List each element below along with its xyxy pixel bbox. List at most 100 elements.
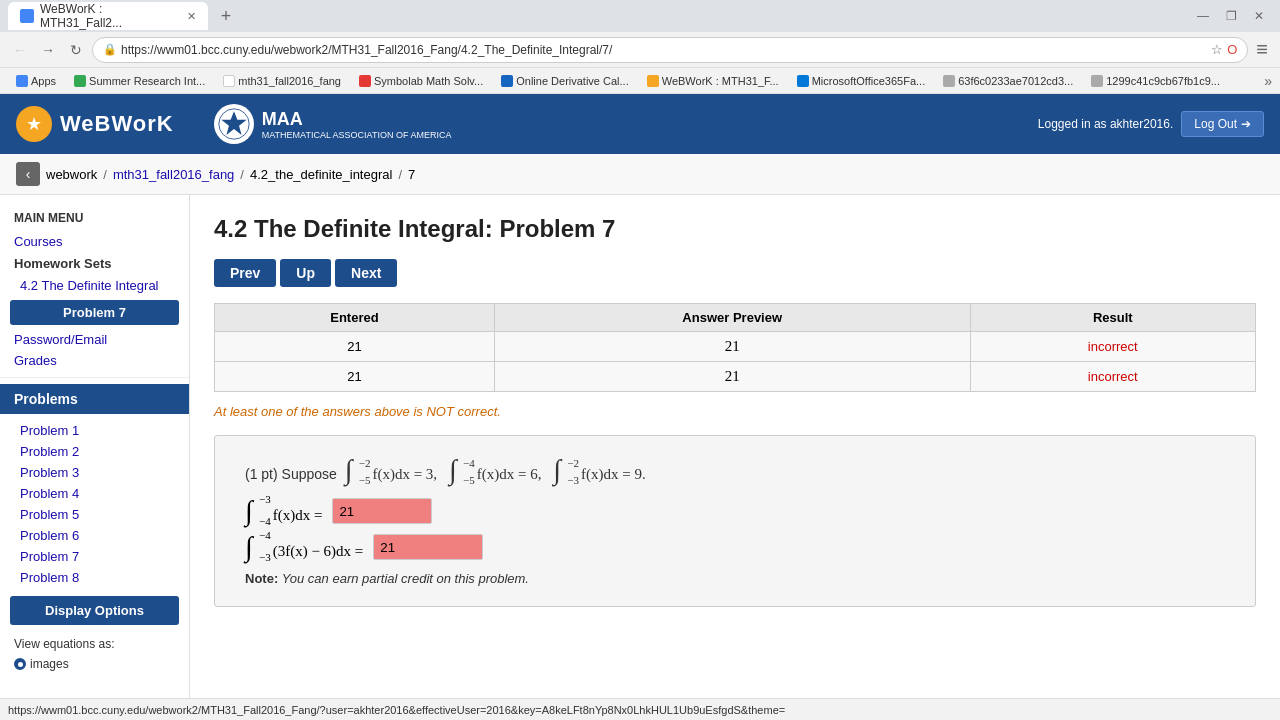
- ms365-icon: [797, 75, 809, 87]
- table-row: 21 21 incorrect: [215, 332, 1256, 362]
- bookmark-webwork[interactable]: WeBWorK : MTH31_F...: [639, 73, 787, 89]
- breadcrumb-course-link[interactable]: mth31_fall2016_fang: [113, 167, 234, 182]
- sidebar-item-problem-1[interactable]: Problem 1: [0, 420, 189, 441]
- entered-2: 21: [215, 362, 495, 392]
- sidebar-item-courses[interactable]: Courses: [0, 231, 189, 252]
- tab-close-button[interactable]: ✕: [187, 10, 196, 23]
- preview-1: 21: [494, 332, 970, 362]
- integral-q1: ∫ −3 −4 f(x)dx =: [245, 497, 322, 525]
- lock-icon: 🔒: [103, 43, 117, 56]
- error-message: At least one of the answers above is NOT…: [214, 404, 1256, 419]
- logout-label: Log Out: [1194, 117, 1237, 131]
- result-1: incorrect: [970, 332, 1255, 362]
- integral-q2: ∫ −4 −3 (3f(x) − 6)dx =: [245, 533, 363, 561]
- bookmarks-overflow[interactable]: »: [1264, 73, 1272, 89]
- maximize-button[interactable]: ❐: [1218, 3, 1244, 29]
- logged-in-text: Logged in as akhter2016.: [1038, 117, 1173, 131]
- status-bar: https://wwm01.bcc.cuny.edu/webwork2/MTH3…: [0, 698, 1280, 720]
- sidebar-item-problem-6[interactable]: Problem 6: [0, 525, 189, 546]
- minimize-button[interactable]: —: [1190, 3, 1216, 29]
- answer-input-1[interactable]: [332, 498, 432, 524]
- summer-icon: [74, 75, 86, 87]
- derivative-icon: [501, 75, 513, 87]
- new-tab-button[interactable]: +: [212, 2, 240, 30]
- symbolab-icon: [359, 75, 371, 87]
- next-button[interactable]: Next: [335, 259, 397, 287]
- prev-button[interactable]: Prev: [214, 259, 276, 287]
- bookmark-symbolab-label: Symbolab Math Solv...: [374, 75, 483, 87]
- bookmark-mth31[interactable]: mth31_fall2016_fang: [215, 73, 349, 89]
- bookmark-derivative-label: Online Derivative Cal...: [516, 75, 629, 87]
- integral-1: ∫ −2 −5 f(x)dx = 3,: [345, 456, 437, 489]
- sidebar-item-problem-7[interactable]: Problem 7: [0, 546, 189, 567]
- integral-3: ∫ −2 −3 f(x)dx = 9.: [553, 456, 645, 489]
- sidebar-item-problem-5[interactable]: Problem 5: [0, 504, 189, 525]
- result-2: incorrect: [970, 362, 1255, 392]
- sidebar: MAIN MENU Courses Homework Sets 4.2 The …: [0, 195, 190, 720]
- forward-button[interactable]: →: [36, 38, 60, 62]
- problem-text: (1 pt) Suppose ∫ −2 −5 f(x)dx = 3, ∫ −4: [245, 456, 1225, 489]
- main-content: 4.2 The Definite Integral: Problem 7 Pre…: [190, 195, 1280, 720]
- apps-icon: [16, 75, 28, 87]
- breadcrumb-sep-1: /: [103, 167, 107, 182]
- webwork-bm-icon: [647, 75, 659, 87]
- problem-pts: (1 pt): [245, 466, 278, 482]
- note-text: You can earn partial credit on this prob…: [282, 571, 529, 586]
- bookmark-mth31-label: mth31_fall2016_fang: [238, 75, 341, 87]
- bookmark-ms365-label: MicrosoftOffice365Fa...: [812, 75, 926, 87]
- bookmark-63f6-label: 63f6c0233ae7012cd3...: [958, 75, 1073, 87]
- extensions-icon[interactable]: ≡: [1252, 38, 1272, 61]
- back-button[interactable]: ←: [8, 38, 32, 62]
- breadcrumb-back-button[interactable]: ‹: [16, 162, 40, 186]
- bookmark-1299[interactable]: 1299c41c9cb67fb1c9...: [1083, 73, 1228, 89]
- problems-header-label: Problems: [0, 384, 189, 414]
- breadcrumb-sep-2: /: [240, 167, 244, 182]
- bookmark-63f6[interactable]: 63f6c0233ae7012cd3...: [935, 73, 1081, 89]
- answer-input-2[interactable]: [373, 534, 483, 560]
- display-options-button[interactable]: Display Options: [10, 596, 179, 625]
- bookmark-star-icon[interactable]: ☆: [1211, 42, 1223, 57]
- tab-title: WeBWorK : MTH31_Fall2...: [40, 2, 177, 30]
- bookmark-symbolab[interactable]: Symbolab Math Solv...: [351, 73, 491, 89]
- problem-title: 4.2 The Definite Integral: Problem 7: [214, 215, 1256, 243]
- close-button[interactable]: ✕: [1246, 3, 1272, 29]
- maa-abbr: MAA: [262, 109, 452, 130]
- sidebar-item-grades[interactable]: Grades: [0, 350, 189, 371]
- up-button[interactable]: Up: [280, 259, 331, 287]
- webwork-logo: ★ WeBWorK: [16, 106, 174, 142]
- integral-2: ∫ −4 −5 f(x)dx = 6,: [449, 456, 541, 489]
- tab-favicon: [20, 9, 34, 23]
- sidebar-item-password[interactable]: Password/Email: [0, 329, 189, 350]
- webwork-star-icon: ★: [16, 106, 52, 142]
- problem-box: (1 pt) Suppose ∫ −2 −5 f(x)dx = 3, ∫ −4: [214, 435, 1256, 607]
- bookmark-derivative[interactable]: Online Derivative Cal...: [493, 73, 637, 89]
- note-area: Note: You can earn partial credit on thi…: [245, 571, 1225, 586]
- bookmark-1299-label: 1299c41c9cb67fb1c9...: [1106, 75, 1220, 87]
- entered-1: 21: [215, 332, 495, 362]
- breadcrumb-sep-3: /: [398, 167, 402, 182]
- bookmark-summer[interactable]: Summer Research Int...: [66, 73, 213, 89]
- sidebar-active-problem-button[interactable]: Problem 7: [10, 300, 179, 325]
- bookmarks-bar: Apps Summer Research Int... mth31_fall20…: [0, 68, 1280, 94]
- input-row-2: ∫ −4 −3 (3f(x) − 6)dx =: [245, 533, 1225, 561]
- address-bar[interactable]: 🔒 https://wwm01.bcc.cuny.edu/webwork2/MT…: [92, 37, 1248, 63]
- sidebar-item-problem-8[interactable]: Problem 8: [0, 567, 189, 588]
- logout-button[interactable]: Log Out ➔: [1181, 111, 1264, 137]
- view-option-images[interactable]: images: [0, 655, 189, 673]
- answer-table: Entered Answer Preview Result 21 21 inco…: [214, 303, 1256, 392]
- sidebar-item-problem-2[interactable]: Problem 2: [0, 441, 189, 462]
- radio-images-icon: [14, 658, 26, 670]
- browser-tab[interactable]: WeBWorK : MTH31_Fall2... ✕: [8, 2, 208, 30]
- sidebar-item-definite-integral[interactable]: 4.2 The Definite Integral: [0, 275, 189, 296]
- view-equations-label: View equations as:: [0, 633, 189, 655]
- bookmark-webwork-label: WeBWorK : MTH31_F...: [662, 75, 779, 87]
- sidebar-main-menu-label: MAIN MENU: [0, 205, 189, 231]
- sidebar-homework-sets-label: Homework Sets: [0, 252, 189, 275]
- sidebar-item-problem-3[interactable]: Problem 3: [0, 462, 189, 483]
- reload-button[interactable]: ↻: [64, 38, 88, 62]
- sidebar-item-problem-4[interactable]: Problem 4: [0, 483, 189, 504]
- 1299-icon: [1091, 75, 1103, 87]
- col-entered: Entered: [215, 304, 495, 332]
- bookmark-apps[interactable]: Apps: [8, 73, 64, 89]
- bookmark-ms365[interactable]: MicrosoftOffice365Fa...: [789, 73, 934, 89]
